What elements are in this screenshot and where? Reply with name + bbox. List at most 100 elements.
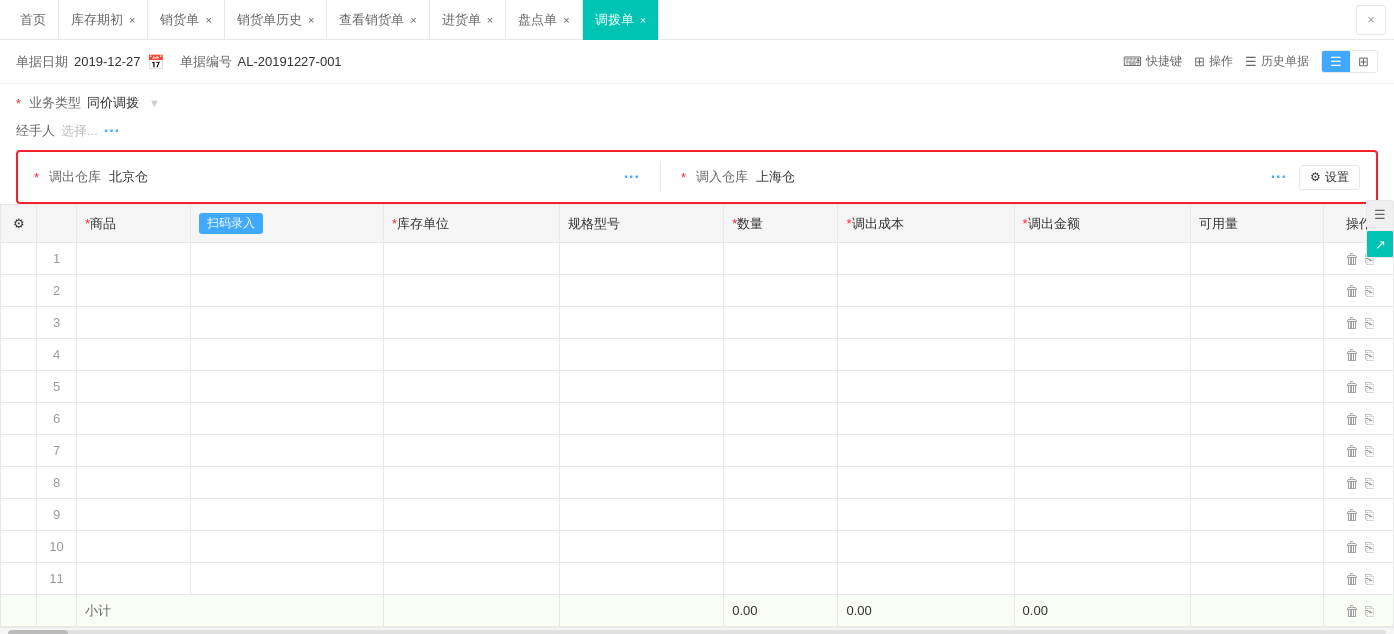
cell-quantity[interactable] — [724, 403, 838, 435]
cell-quantity[interactable] — [724, 499, 838, 531]
tab-inventory-count[interactable]: 盘点单 × — [506, 0, 582, 40]
close-all-button[interactable]: × — [1356, 5, 1386, 35]
cell-product[interactable] — [77, 403, 191, 435]
cell-cost[interactable] — [838, 531, 1014, 563]
cell-amount[interactable] — [1014, 563, 1190, 595]
col-settings[interactable]: ⚙ — [1, 205, 37, 243]
cell-product[interactable] — [77, 563, 191, 595]
cell-unit[interactable] — [383, 403, 559, 435]
cell-spec[interactable] — [560, 435, 724, 467]
cell-spec[interactable] — [560, 371, 724, 403]
cell-product[interactable] — [77, 467, 191, 499]
handler-placeholder[interactable]: 选择... — [61, 122, 98, 140]
cell-cost[interactable] — [838, 403, 1014, 435]
cell-spec[interactable] — [560, 275, 724, 307]
tab-view-sales-close[interactable]: × — [410, 14, 416, 26]
cell-amount[interactable] — [1014, 275, 1190, 307]
layout-btn-grid[interactable]: ⊞ — [1350, 51, 1377, 72]
cell-unit[interactable] — [383, 435, 559, 467]
cell-amount[interactable] — [1014, 467, 1190, 499]
cell-unit[interactable] — [383, 467, 559, 499]
cell-amount[interactable] — [1014, 435, 1190, 467]
date-value[interactable]: 2019-12-27 — [74, 54, 141, 69]
cell-unit[interactable] — [383, 339, 559, 371]
cell-spec[interactable] — [560, 467, 724, 499]
cell-spec[interactable] — [560, 531, 724, 563]
business-type-dropdown-icon[interactable]: ▼ — [149, 97, 160, 109]
delete-icon[interactable]: 🗑 — [1345, 411, 1359, 427]
cell-unit[interactable] — [383, 371, 559, 403]
cell-product[interactable] — [77, 339, 191, 371]
transfer-in-more-button[interactable]: ··· — [1271, 168, 1287, 186]
horizontal-scrollbar[interactable] — [0, 627, 1394, 634]
cell-amount[interactable] — [1014, 243, 1190, 275]
cell-unit[interactable] — [383, 307, 559, 339]
shortcuts-action[interactable]: ⌨ 快捷键 — [1123, 53, 1182, 70]
cell-quantity[interactable] — [724, 531, 838, 563]
tab-transfer-order-close[interactable]: × — [640, 14, 646, 26]
tab-sales-history[interactable]: 销货单历史 × — [225, 0, 327, 40]
cell-spec[interactable] — [560, 307, 724, 339]
cell-product[interactable] — [77, 435, 191, 467]
cell-cost[interactable] — [838, 243, 1014, 275]
subtotal-copy-icon[interactable]: ⎘ — [1365, 603, 1373, 619]
copy-icon[interactable]: ⎘ — [1365, 571, 1373, 587]
cell-spec[interactable] — [560, 563, 724, 595]
order-value[interactable]: AL-20191227-001 — [238, 54, 342, 69]
tab-home[interactable]: 首页 — [8, 0, 59, 40]
cell-spec[interactable] — [560, 499, 724, 531]
settings-gear-icon[interactable]: ⚙ — [13, 216, 25, 231]
cell-quantity[interactable] — [724, 435, 838, 467]
transfer-out-value[interactable]: 北京仓 — [109, 168, 148, 186]
cell-product[interactable] — [77, 275, 191, 307]
copy-icon[interactable]: ⎘ — [1365, 507, 1373, 523]
cell-amount[interactable] — [1014, 307, 1190, 339]
business-type-value[interactable]: 同价调拨 — [87, 94, 139, 112]
handler-more-button[interactable]: ··· — [104, 122, 120, 140]
delete-icon[interactable]: 🗑 — [1345, 507, 1359, 523]
delete-icon[interactable]: 🗑 — [1345, 347, 1359, 363]
cell-unit[interactable] — [383, 499, 559, 531]
cell-cost[interactable] — [838, 371, 1014, 403]
cell-quantity[interactable] — [724, 275, 838, 307]
tab-transfer-order[interactable]: 调拨单 × — [583, 0, 659, 40]
copy-icon[interactable]: ⎘ — [1365, 347, 1373, 363]
cell-product[interactable] — [77, 531, 191, 563]
cell-cost[interactable] — [838, 339, 1014, 371]
copy-icon[interactable]: ⎘ — [1365, 475, 1373, 491]
cell-amount[interactable] — [1014, 531, 1190, 563]
cell-unit[interactable] — [383, 563, 559, 595]
tab-view-sales[interactable]: 查看销货单 × — [327, 0, 429, 40]
cell-spec[interactable] — [560, 403, 724, 435]
copy-icon[interactable]: ⎘ — [1365, 283, 1373, 299]
cell-cost[interactable] — [838, 499, 1014, 531]
tab-purchase-order[interactable]: 进货单 × — [430, 0, 506, 40]
delete-icon[interactable]: 🗑 — [1345, 283, 1359, 299]
cell-product[interactable] — [77, 307, 191, 339]
calendar-icon[interactable]: 📅 — [147, 54, 164, 70]
cell-quantity[interactable] — [724, 243, 838, 275]
tab-inventory-init-close[interactable]: × — [129, 14, 135, 26]
cell-amount[interactable] — [1014, 403, 1190, 435]
cell-product[interactable] — [77, 243, 191, 275]
tab-sales-order-close[interactable]: × — [205, 14, 211, 26]
tab-sales-history-close[interactable]: × — [308, 14, 314, 26]
delete-icon[interactable]: 🗑 — [1345, 539, 1359, 555]
copy-icon[interactable]: ⎘ — [1365, 315, 1373, 331]
cell-quantity[interactable] — [724, 467, 838, 499]
copy-icon[interactable]: ⎘ — [1365, 539, 1373, 555]
delete-icon[interactable]: 🗑 — [1345, 571, 1359, 587]
history-action[interactable]: ☰ 历史单据 — [1245, 53, 1309, 70]
delete-icon[interactable]: 🗑 — [1345, 475, 1359, 491]
copy-icon[interactable]: ⎘ — [1365, 411, 1373, 427]
cell-cost[interactable] — [838, 435, 1014, 467]
operations-action[interactable]: ⊞ 操作 — [1194, 53, 1233, 70]
copy-icon[interactable]: ⎘ — [1365, 443, 1373, 459]
cell-amount[interactable] — [1014, 499, 1190, 531]
layout-btn-list[interactable]: ☰ — [1322, 51, 1350, 72]
cell-unit[interactable] — [383, 275, 559, 307]
transfer-out-more-button[interactable]: ··· — [624, 168, 640, 186]
warehouse-settings-button[interactable]: ⚙ 设置 — [1299, 165, 1360, 190]
cell-unit[interactable] — [383, 243, 559, 275]
subtotal-delete-icon[interactable]: 🗑 — [1345, 603, 1359, 619]
